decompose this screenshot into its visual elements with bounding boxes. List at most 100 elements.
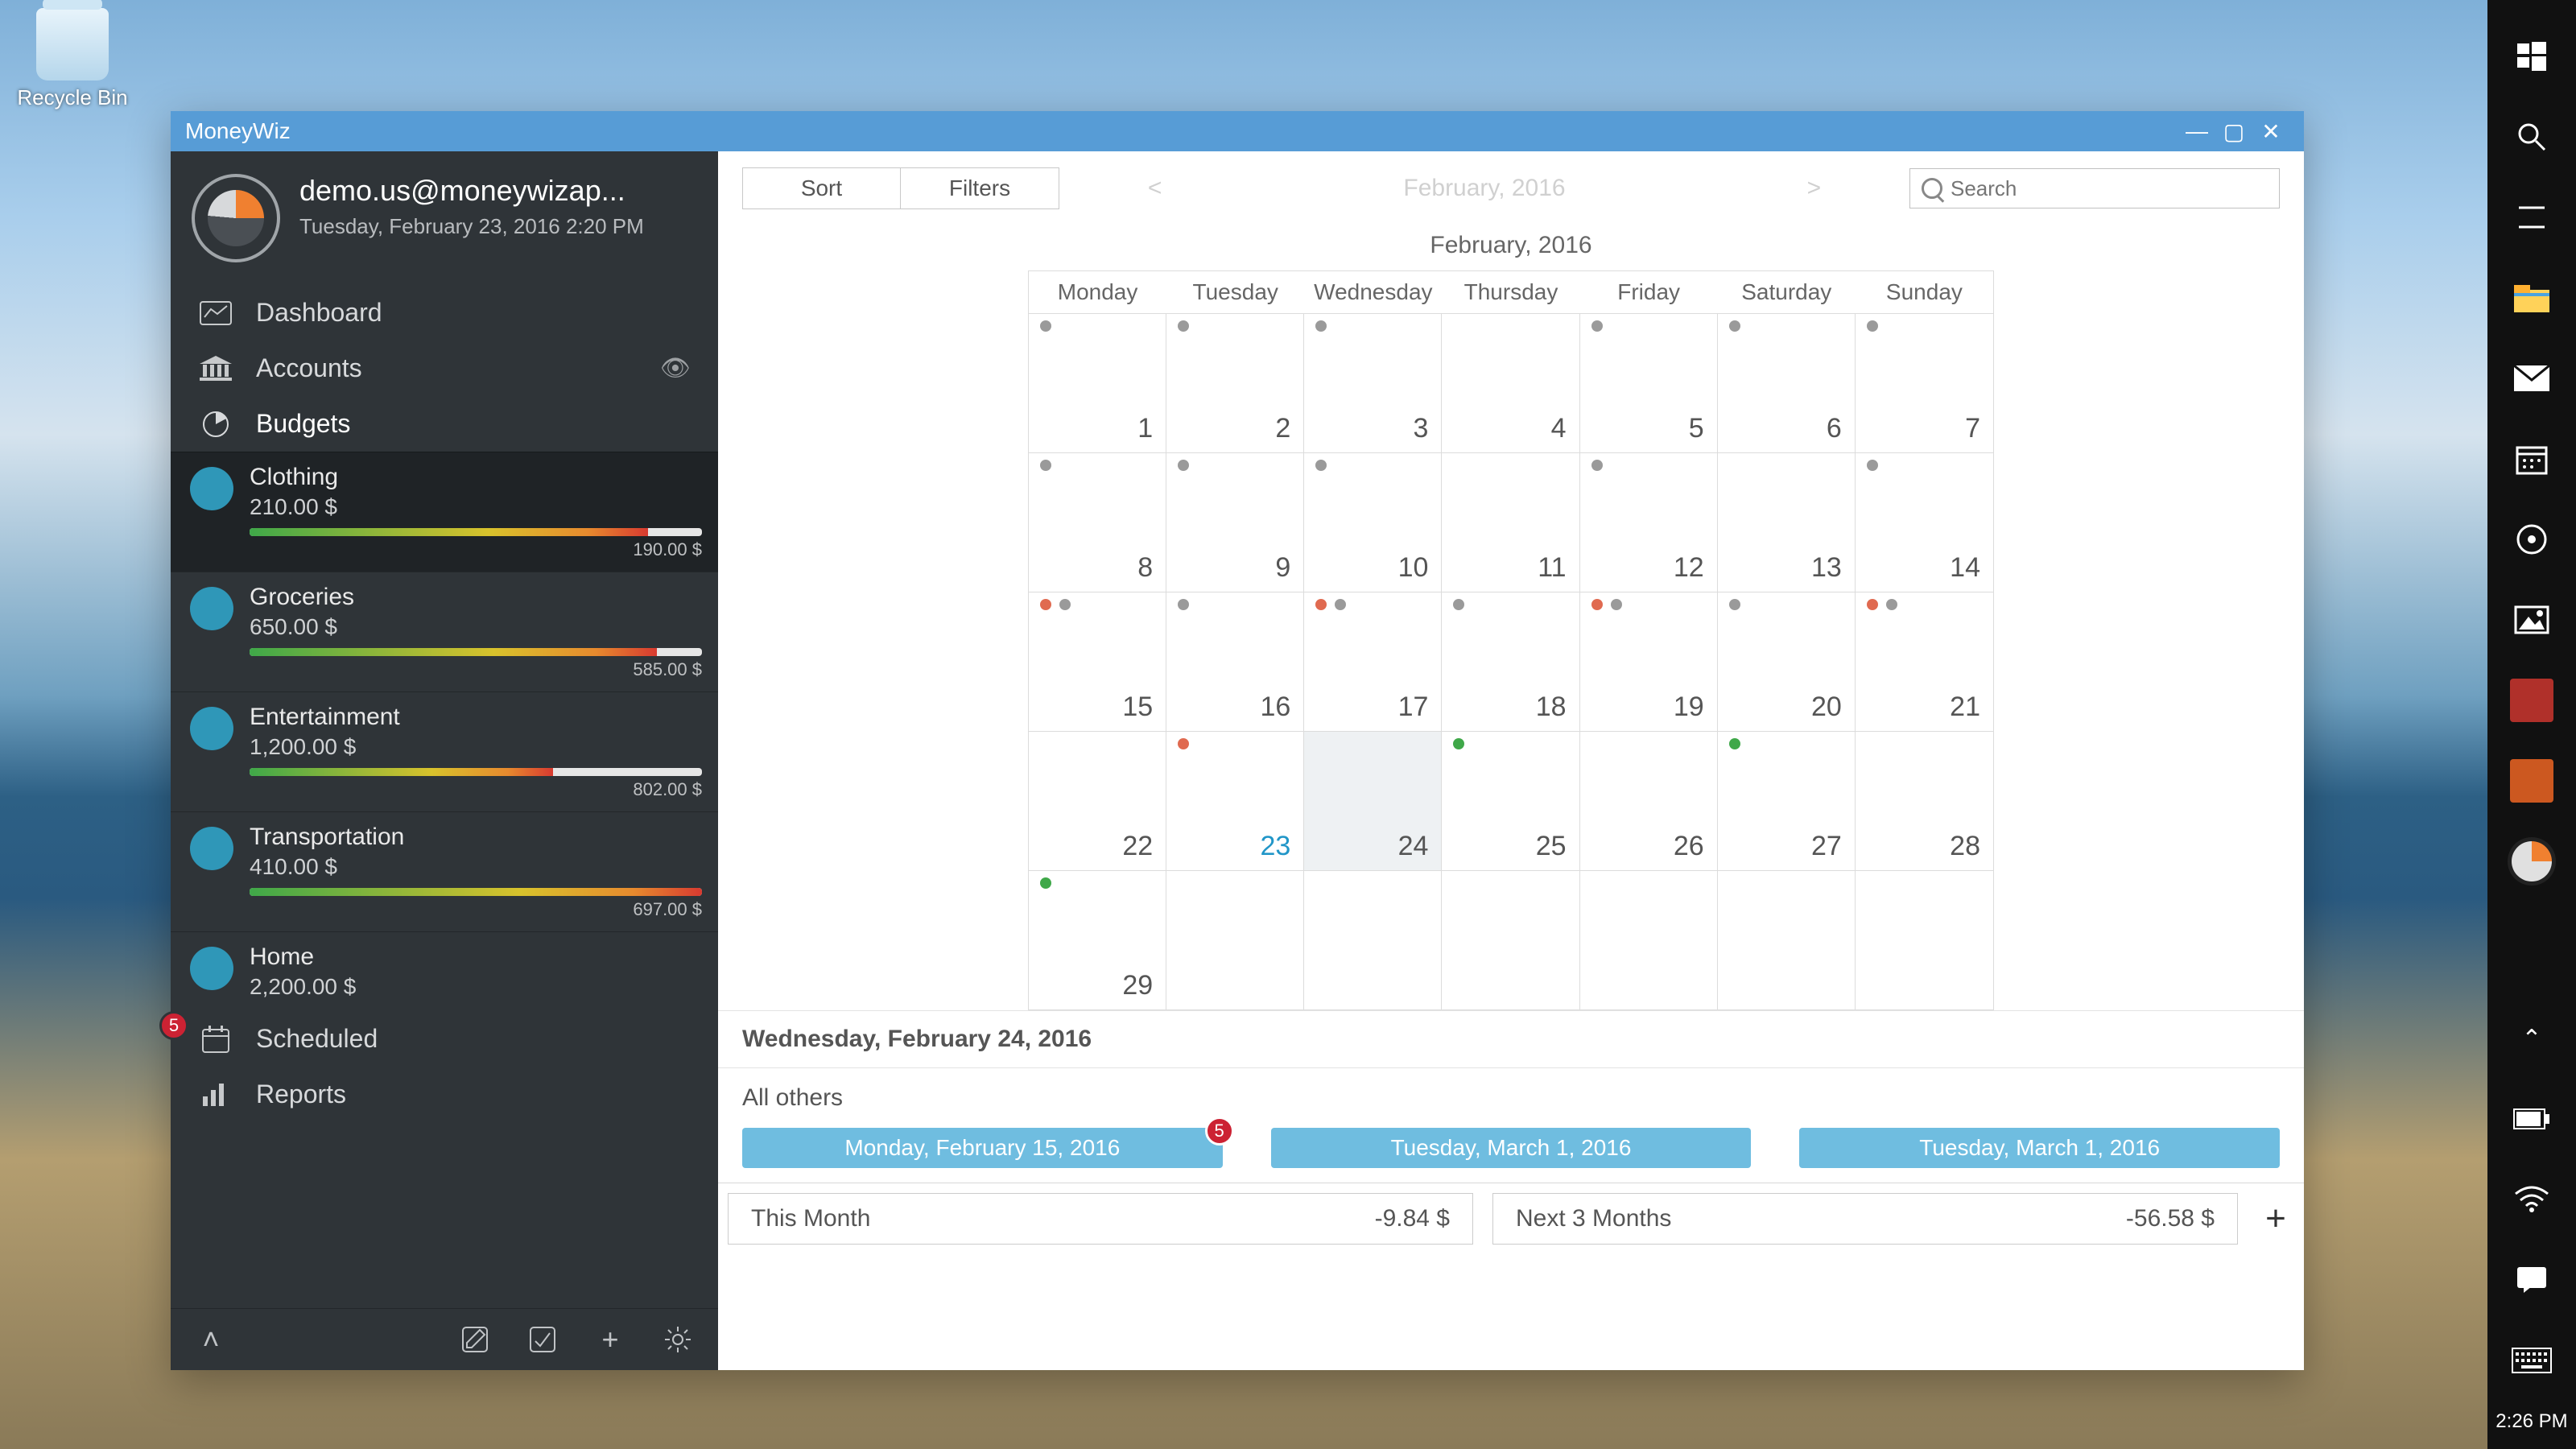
event-dot: [1315, 460, 1327, 471]
titlebar[interactable]: MoneyWiz — ▢ ✕: [171, 111, 2304, 151]
calendar-cell[interactable]: 14: [1856, 453, 1993, 592]
calendar-cell[interactable]: 7: [1856, 314, 1993, 452]
calendar-cell[interactable]: [1718, 871, 1856, 1009]
search-icon[interactable]: [2508, 113, 2556, 161]
day-number: 12: [1674, 552, 1704, 584]
keyboard-icon[interactable]: [2508, 1336, 2556, 1385]
nav-dashboard[interactable]: Dashboard: [171, 285, 718, 341]
calendar-cell[interactable]: 2: [1166, 314, 1304, 452]
search-box[interactable]: [1909, 168, 2280, 208]
calendar-cell[interactable]: [1304, 871, 1442, 1009]
budget-item[interactable]: Entertainment 1,200.00 $ 802.00 $: [171, 691, 718, 811]
notifications-icon[interactable]: [2508, 1256, 2556, 1304]
calendar-cell[interactable]: 6: [1718, 314, 1856, 452]
collapse-icon[interactable]: ˄: [193, 1322, 229, 1357]
calendar-cell[interactable]: 20: [1718, 592, 1856, 731]
budget-category-icon: [190, 467, 233, 510]
visibility-icon[interactable]: 👁: [660, 354, 691, 382]
calendar: MondayTuesdayWednesdayThursdayFridaySatu…: [1028, 270, 1994, 1010]
scheduled-pill[interactable]: Tuesday, March 1, 2016: [1799, 1128, 2280, 1168]
recycle-bin-icon[interactable]: Recycle Bin: [8, 8, 137, 110]
calendar-cell[interactable]: 29: [1029, 871, 1166, 1009]
scheduled-pill[interactable]: Tuesday, March 1, 2016: [1271, 1128, 1752, 1168]
calendar-icon[interactable]: [2508, 435, 2556, 483]
summary-next3[interactable]: Next 3 Months -56.58 $: [1492, 1193, 2238, 1245]
nav-accounts[interactable]: Accounts 👁: [171, 341, 718, 396]
prev-month-button[interactable]: <: [1148, 175, 1162, 202]
calendar-cell[interactable]: 22: [1029, 732, 1166, 870]
budget-item[interactable]: Groceries 650.00 $ 585.00 $: [171, 572, 718, 691]
calendar-cell[interactable]: [1856, 871, 1993, 1009]
mail-icon[interactable]: [2508, 354, 2556, 402]
photos-icon[interactable]: [2508, 596, 2556, 644]
calendar-cell[interactable]: 25: [1442, 732, 1579, 870]
scheduled-badge: 5: [159, 1011, 188, 1040]
budget-item[interactable]: Transportation 410.00 $ 697.00 $: [171, 811, 718, 931]
groove-icon[interactable]: [2508, 515, 2556, 564]
maximize-button[interactable]: ▢: [2215, 113, 2252, 150]
calendar-cell[interactable]: 17: [1304, 592, 1442, 731]
calendar-cell[interactable]: [1580, 871, 1718, 1009]
moneywiz-task-icon[interactable]: [2508, 837, 2556, 886]
calendar-cell[interactable]: 4: [1442, 314, 1579, 452]
pill-badge: 5: [1205, 1117, 1234, 1146]
compose-icon[interactable]: [457, 1322, 493, 1357]
filters-button[interactable]: Filters: [901, 168, 1059, 208]
taskview-icon[interactable]: [2508, 193, 2556, 242]
close-button[interactable]: ✕: [2252, 113, 2289, 150]
calendar-cell[interactable]: [1442, 871, 1579, 1009]
settings-icon[interactable]: [660, 1322, 696, 1357]
calendar-cell[interactable]: 27: [1718, 732, 1856, 870]
explorer-icon[interactable]: [2508, 274, 2556, 322]
start-icon[interactable]: [2508, 32, 2556, 80]
calendar-cell[interactable]: 21: [1856, 592, 1993, 731]
calendar-cell[interactable]: 16: [1166, 592, 1304, 731]
calendar-cell[interactable]: 26: [1580, 732, 1718, 870]
calendar-cell[interactable]: 19: [1580, 592, 1718, 731]
tray-clock[interactable]: 2:26 PM: [2496, 1410, 2567, 1433]
summary-this-month-value: -9.84 $: [1375, 1205, 1450, 1232]
calendar-cell[interactable]: 1: [1029, 314, 1166, 452]
app-orange-icon[interactable]: [2508, 757, 2556, 805]
calendar-cell[interactable]: 5: [1580, 314, 1718, 452]
budget-item[interactable]: Clothing 210.00 $ 190.00 $: [171, 452, 718, 572]
add-transaction-button[interactable]: +: [2248, 1183, 2304, 1254]
budget-name: Clothing: [250, 464, 702, 491]
nav-budgets[interactable]: Budgets: [171, 396, 718, 452]
calendar-cell[interactable]: 28: [1856, 732, 1993, 870]
calendar-cell[interactable]: 18: [1442, 592, 1579, 731]
summary-this-month[interactable]: This Month -9.84 $: [728, 1193, 1473, 1245]
calendar-cell[interactable]: 10: [1304, 453, 1442, 592]
summary-next3-value: -56.58 $: [2126, 1205, 2215, 1232]
search-input[interactable]: [1951, 176, 2268, 201]
calendar-cell[interactable]: [1166, 871, 1304, 1009]
edit-icon[interactable]: [525, 1322, 560, 1357]
calendar-cell[interactable]: 13: [1718, 453, 1856, 592]
budget-item[interactable]: Home 2,200.00 $: [171, 931, 718, 1011]
nav-reports[interactable]: Reports: [171, 1067, 718, 1122]
add-icon[interactable]: +: [592, 1322, 628, 1357]
event-dot: [1178, 738, 1189, 749]
budget-name: Entertainment: [250, 704, 702, 731]
nav-scheduled[interactable]: 5 Scheduled: [171, 1011, 718, 1067]
next-month-button[interactable]: >: [1807, 175, 1822, 202]
profile-block[interactable]: demo.us@moneywizap... Tuesday, February …: [171, 151, 718, 285]
calendar-cell[interactable]: 3: [1304, 314, 1442, 452]
battery-icon[interactable]: [2508, 1095, 2556, 1143]
recycle-bin-label: Recycle Bin: [8, 85, 137, 110]
app-red-icon[interactable]: [2508, 676, 2556, 724]
calendar-cell[interactable]: 23: [1166, 732, 1304, 870]
calendar-cell[interactable]: 8: [1029, 453, 1166, 592]
sort-button[interactable]: Sort: [743, 168, 901, 208]
day-number: 9: [1275, 552, 1290, 584]
calendar-cell[interactable]: 9: [1166, 453, 1304, 592]
calendar-cell[interactable]: 15: [1029, 592, 1166, 731]
calendar-cell[interactable]: 11: [1442, 453, 1579, 592]
calendar-cell[interactable]: 12: [1580, 453, 1718, 592]
scheduled-pill[interactable]: Monday, February 15, 20165: [742, 1128, 1223, 1168]
calendar-cell[interactable]: 24: [1304, 732, 1442, 870]
minimize-button[interactable]: —: [2178, 113, 2215, 150]
all-others-label: All others: [718, 1068, 2304, 1128]
tray-chevron-icon[interactable]: ⌃: [2508, 1014, 2556, 1063]
wifi-icon[interactable]: [2508, 1175, 2556, 1224]
